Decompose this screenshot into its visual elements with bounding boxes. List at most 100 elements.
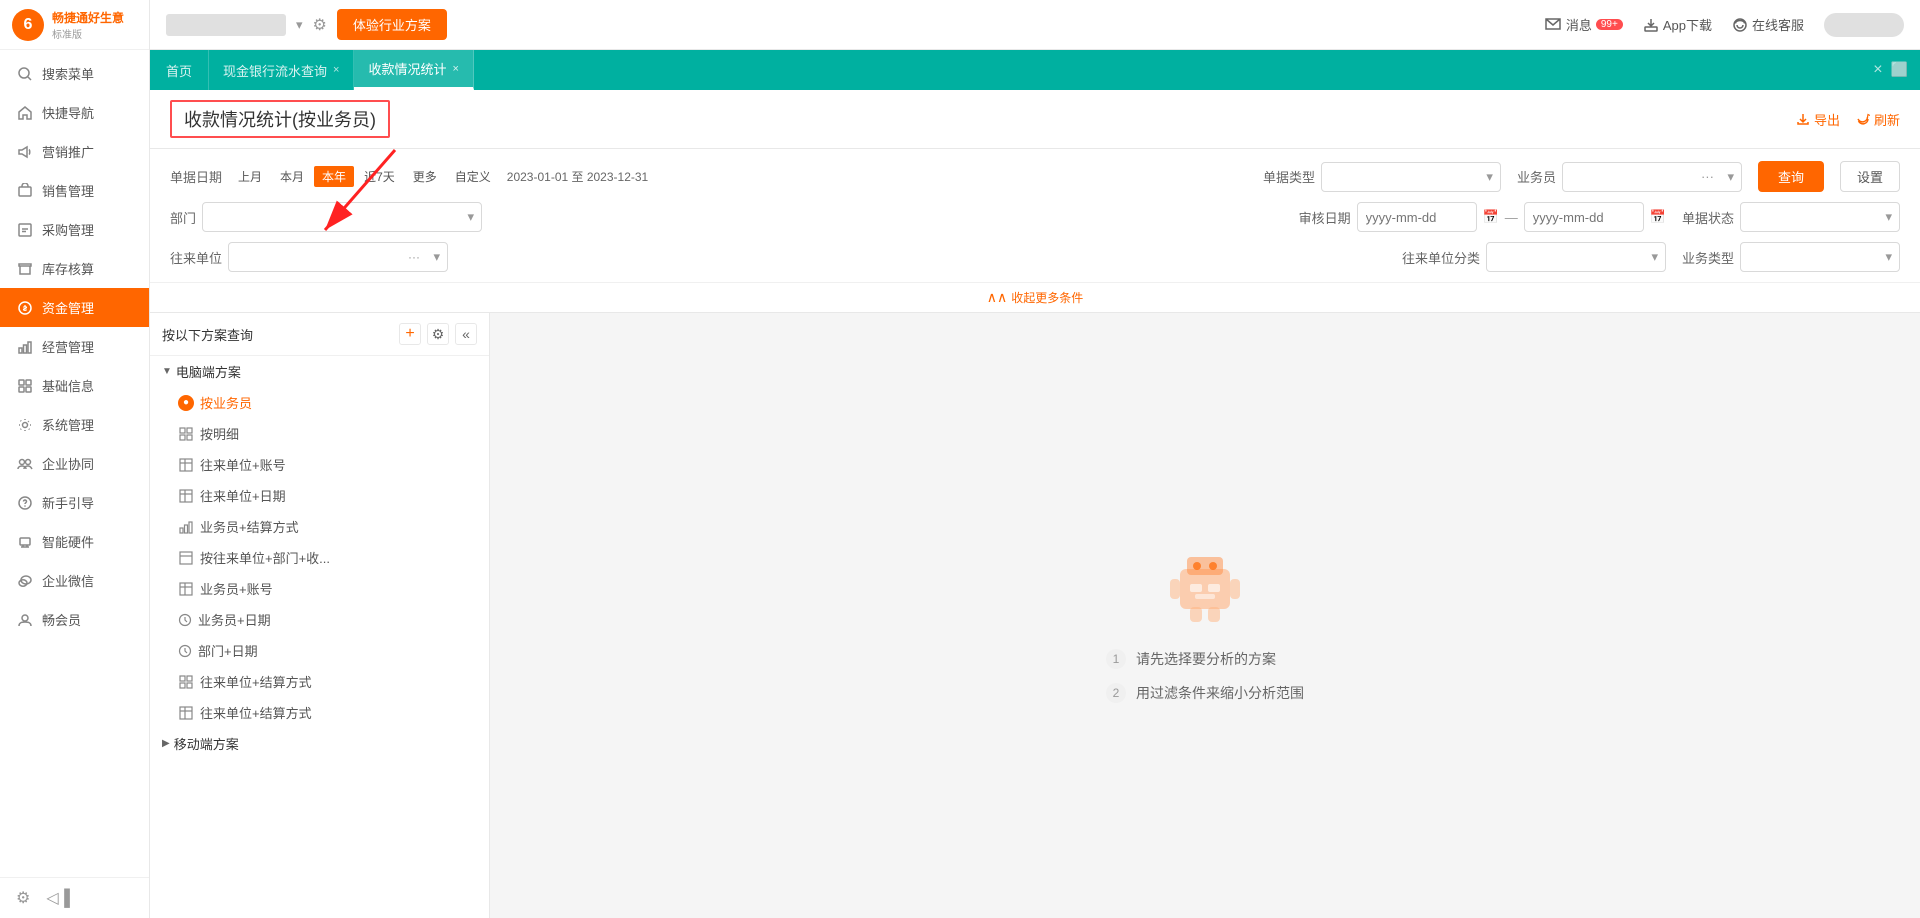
scheme-item-sales-account[interactable]: 业务员+账号 bbox=[150, 573, 489, 604]
top-header: ▾ ⚙ 体验行业方案 消息 99+ App下载 在线客服 bbox=[150, 0, 1920, 50]
sidebar-item-inventory[interactable]: 库存核算 bbox=[0, 249, 149, 288]
date-tab-more[interactable]: 更多 bbox=[405, 166, 445, 187]
date-tab-7days[interactable]: 近7天 bbox=[356, 166, 403, 187]
tab-receipt[interactable]: 收款情况统计 × bbox=[354, 50, 473, 90]
sidebar-item-basicinfo[interactable]: 基础信息 bbox=[0, 366, 149, 405]
date-tab-thismonth[interactable]: 本月 bbox=[272, 166, 312, 187]
right-content: 1 请先选择要分析的方案 2 用过滤条件来缩小分析范围 bbox=[490, 313, 1920, 918]
voucher-type-select[interactable] bbox=[1321, 162, 1501, 192]
scheme-item-dept-date[interactable]: 部门+日期 bbox=[150, 635, 489, 666]
salesperson-group: 业务员 ··· ▾ bbox=[1517, 162, 1742, 192]
hardware-icon bbox=[16, 533, 34, 551]
sidebar-item-hardware[interactable]: 智能硬件 bbox=[0, 522, 149, 561]
app-download-btn[interactable]: App下载 bbox=[1643, 15, 1712, 34]
sidebar-label-member: 畅会员 bbox=[42, 610, 81, 629]
date-label: 单据日期 bbox=[170, 167, 222, 186]
sidebar-item-business[interactable]: 经营管理 bbox=[0, 327, 149, 366]
export-btn[interactable]: 导出 bbox=[1796, 110, 1840, 129]
sidebar-item-marketing[interactable]: 营销推广 bbox=[0, 132, 149, 171]
sidebar-item-system[interactable]: 系统管理 bbox=[0, 405, 149, 444]
logo-name: 畅捷通好生意 bbox=[52, 9, 124, 26]
panel-settings-btn[interactable]: ⚙ bbox=[427, 323, 449, 345]
review-date-calendar-icon-2[interactable]: 📅 bbox=[1650, 209, 1666, 225]
scheme-item-unit-payment-1-label: 往来单位+结算方式 bbox=[200, 672, 312, 691]
manage-icon bbox=[16, 338, 34, 356]
refresh-btn[interactable]: 刷新 bbox=[1856, 110, 1900, 129]
tab-close-receipt[interactable]: × bbox=[452, 63, 458, 75]
scheme-item-unit-payment-1[interactable]: 往来单位+结算方式 bbox=[150, 666, 489, 697]
counterpart-category-input[interactable] bbox=[1486, 242, 1666, 272]
review-date-dash: — bbox=[1505, 210, 1518, 225]
user-avatar-area[interactable] bbox=[1824, 13, 1904, 37]
window-controls: × ⬜ bbox=[1861, 61, 1920, 79]
user-company-placeholder bbox=[166, 14, 286, 36]
scheme-item-active-icon: ● bbox=[178, 395, 194, 411]
query-button[interactable]: 查询 bbox=[1758, 161, 1824, 192]
step-1-text: 请先选择要分析的方案 bbox=[1136, 649, 1276, 669]
scheme-item-detail[interactable]: 按明细 bbox=[150, 418, 489, 449]
window-close-icon[interactable]: × bbox=[1873, 61, 1882, 79]
collapse-bar[interactable]: ∧∧ 收起更多条件 bbox=[150, 282, 1920, 312]
settings-footer-icon[interactable]: ⚙ bbox=[16, 888, 30, 908]
sidebar-item-search[interactable]: 搜索菜单 bbox=[0, 54, 149, 93]
messages-btn[interactable]: 消息 99+ bbox=[1544, 15, 1623, 34]
salesperson-input[interactable] bbox=[1562, 162, 1742, 192]
dropdown-icon[interactable]: ▾ bbox=[296, 17, 303, 33]
business-type-input[interactable] bbox=[1740, 242, 1900, 272]
department-input[interactable] bbox=[202, 202, 482, 232]
scheme-item-dept-date-label: 部门+日期 bbox=[198, 641, 258, 660]
scheme-item-unit-dept-collect[interactable]: 按往来单位+部门+收... bbox=[150, 542, 489, 573]
date-tab-lastmonth[interactable]: 上月 bbox=[230, 166, 270, 187]
scheme-item-sales-payment[interactable]: 业务员+结算方式 bbox=[150, 511, 489, 542]
triangle-down-icon: ▼ bbox=[162, 366, 172, 377]
date-tab-thisyear[interactable]: 本年 bbox=[314, 166, 354, 187]
counterpart-category-select-wrapper: ▾ bbox=[1486, 242, 1666, 272]
sidebar-item-collab[interactable]: 企业协同 bbox=[0, 444, 149, 483]
sidebar-item-quicknav[interactable]: 快捷导航 bbox=[0, 93, 149, 132]
window-maximize-icon[interactable]: ⬜ bbox=[1891, 61, 1908, 79]
salesperson-more-icon[interactable]: ··· bbox=[1701, 169, 1714, 184]
tab-bank[interactable]: 现金银行流水查询 × bbox=[209, 50, 354, 90]
voucher-status-group: 单据状态 ▾ bbox=[1682, 202, 1900, 232]
review-date-calendar-icon-1[interactable]: 📅 bbox=[1483, 209, 1499, 225]
scheme-group-desktop-header[interactable]: ▼ 电脑端方案 bbox=[150, 356, 489, 387]
sidebar-item-sales[interactable]: 销售管理 bbox=[0, 171, 149, 210]
scheme-item-unit-date[interactable]: 往来单位+日期 bbox=[150, 480, 489, 511]
scheme-item-salesperson[interactable]: ● 按业务员 bbox=[150, 387, 489, 418]
review-date-to-input[interactable] bbox=[1524, 202, 1644, 232]
sidebar-item-guide[interactable]: 新手引导 bbox=[0, 483, 149, 522]
grid-icon-2 bbox=[178, 674, 194, 690]
scheme-item-sales-date[interactable]: 业务员+日期 bbox=[150, 604, 489, 635]
sidebar-item-fund[interactable]: 资金管理 bbox=[0, 288, 149, 327]
tab-close-bank[interactable]: × bbox=[333, 64, 339, 76]
filter-bar: 单据日期 上月 本月 本年 近7天 更多 自定义 2023-01-01 至 20… bbox=[150, 149, 1920, 313]
date-range-display: 2023-01-01 至 2023-12-31 bbox=[507, 168, 648, 185]
date-tab-custom[interactable]: 自定义 bbox=[447, 166, 499, 187]
header-gear-icon[interactable]: ⚙ bbox=[313, 15, 327, 35]
panel-collapse-btn[interactable]: « bbox=[455, 323, 477, 345]
business-type-label: 业务类型 bbox=[1682, 248, 1734, 267]
scheme-item-unit-account[interactable]: 往来单位+账号 bbox=[150, 449, 489, 480]
refresh-label: 刷新 bbox=[1874, 110, 1900, 129]
table-icon-2 bbox=[178, 488, 194, 504]
trial-button[interactable]: 体验行业方案 bbox=[337, 9, 447, 40]
voucher-status-input[interactable] bbox=[1740, 202, 1900, 232]
online-service-btn[interactable]: 在线客服 bbox=[1732, 15, 1804, 34]
sidebar-item-purchase[interactable]: 采购管理 bbox=[0, 210, 149, 249]
scheme-group-mobile-header[interactable]: ▶ 移动端方案 bbox=[150, 728, 489, 759]
panel-add-btn[interactable]: + bbox=[399, 323, 421, 345]
tab-home[interactable]: 首页 bbox=[150, 50, 209, 90]
settings-button[interactable]: 设置 bbox=[1840, 161, 1900, 192]
counterpart-more-icon[interactable]: ··· bbox=[408, 250, 420, 264]
sidebar-item-wechat[interactable]: 企业微信 bbox=[0, 561, 149, 600]
main-area: ▾ ⚙ 体验行业方案 消息 99+ App下载 在线客服 bbox=[150, 0, 1920, 918]
review-date-from-input[interactable] bbox=[1357, 202, 1477, 232]
collapse-sidebar-icon[interactable]: ◁▐ bbox=[46, 888, 70, 908]
messages-badge: 99+ bbox=[1596, 19, 1623, 30]
scheme-item-unit-account-label: 往来单位+账号 bbox=[200, 455, 286, 474]
scheme-item-sales-payment-label: 业务员+结算方式 bbox=[200, 517, 299, 536]
sidebar-item-member[interactable]: 畅会员 bbox=[0, 600, 149, 639]
scheme-item-sales-date-label: 业务员+日期 bbox=[198, 610, 271, 629]
scheme-group-desktop: ▼ 电脑端方案 ● 按业务员 按明细 bbox=[150, 356, 489, 728]
scheme-item-unit-payment-2[interactable]: 往来单位+结算方式 bbox=[150, 697, 489, 728]
